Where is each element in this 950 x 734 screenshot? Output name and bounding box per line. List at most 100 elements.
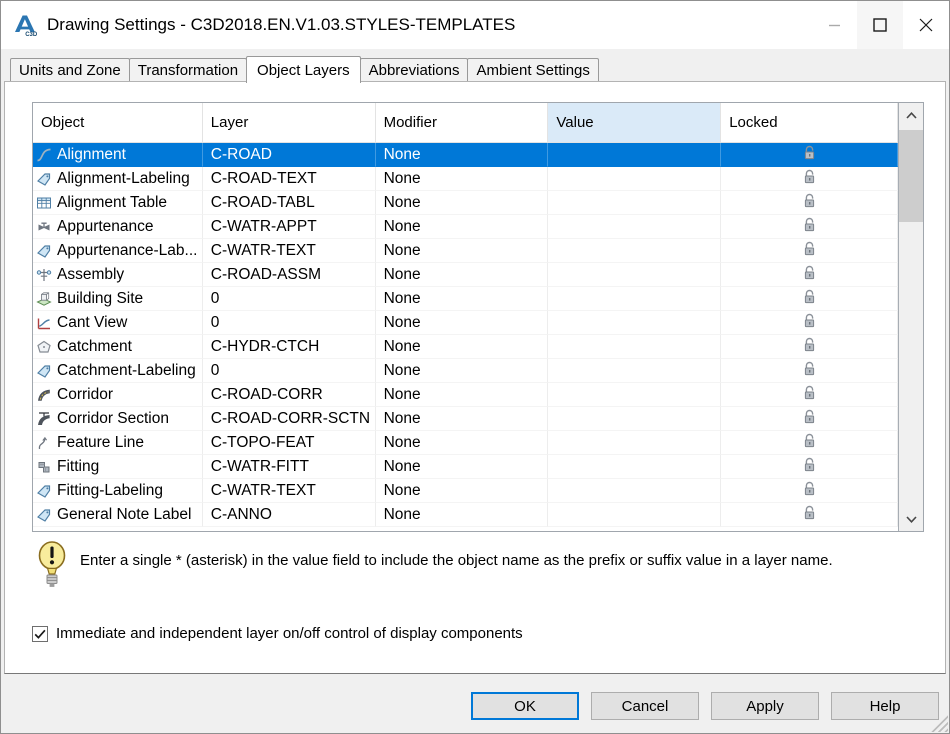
value-cell[interactable] [548, 167, 722, 191]
layer-cell: C-ROAD-CORR [202, 383, 376, 407]
unlocked-padlock-icon [803, 193, 816, 213]
assembly-icon [36, 267, 53, 283]
table-row-feature-line[interactable]: Feature Line C-TOPO-FEAT None [33, 431, 898, 455]
value-cell[interactable] [548, 311, 722, 335]
layer-cell: C-ROAD-TABL [202, 191, 376, 215]
locked-cell[interactable] [721, 143, 898, 167]
locked-cell[interactable] [721, 239, 898, 263]
table-row-alignment-table[interactable]: Alignment Table C-ROAD-TABL None [33, 191, 898, 215]
value-cell[interactable] [548, 335, 722, 359]
locked-cell[interactable] [721, 167, 898, 191]
value-cell[interactable] [548, 191, 722, 215]
modifier-cell: None [375, 239, 549, 263]
modifier-cell: None [375, 263, 549, 287]
value-cell[interactable] [548, 263, 722, 287]
table-row-catchment[interactable]: Catchment C-HYDR-CTCH None [33, 335, 898, 359]
modifier-cell: None [375, 455, 549, 479]
object-layers-table: Object Layer Modifier Value Locked Alignment… [32, 102, 924, 532]
scroll-up-button[interactable] [899, 103, 923, 127]
locked-cell[interactable] [721, 335, 898, 359]
value-cell[interactable] [548, 383, 722, 407]
tab-abbreviations[interactable]: Abbreviations [359, 58, 469, 81]
locked-cell[interactable] [721, 311, 898, 335]
value-cell[interactable] [548, 503, 722, 527]
minimize-button[interactable] [811, 1, 857, 49]
object-name: Cant View [57, 313, 128, 331]
tab-ambient-settings[interactable]: Ambient Settings [467, 58, 599, 81]
layer-cell: C-ROAD-ASSM [202, 263, 376, 287]
help-button[interactable]: Help [831, 692, 939, 720]
maximize-button[interactable] [857, 1, 903, 49]
object-cell: Cant View [33, 311, 203, 335]
table-cells-area: Object Layer Modifier Value Locked Alignment… [33, 103, 899, 531]
locked-cell[interactable] [721, 287, 898, 311]
ok-button[interactable]: OK [471, 692, 579, 720]
checkbox-label: Immediate and independent layer on/off c… [56, 625, 523, 642]
value-cell[interactable] [548, 239, 722, 263]
scroll-down-button[interactable] [899, 507, 923, 531]
value-cell[interactable] [548, 359, 722, 383]
column-header-locked[interactable]: Locked [721, 103, 898, 142]
close-button[interactable] [903, 1, 949, 49]
locked-cell[interactable] [721, 215, 898, 239]
locked-cell[interactable] [721, 383, 898, 407]
hint-note: Enter a single * (asterisk) in the value… [29, 540, 937, 592]
object-cell: Alignment Table [33, 191, 203, 215]
value-cell[interactable] [548, 455, 722, 479]
locked-cell[interactable] [721, 503, 898, 527]
table-row-assembly[interactable]: Assembly C-ROAD-ASSM None [33, 263, 898, 287]
layer-cell: C-HYDR-CTCH [202, 335, 376, 359]
cancel-button[interactable]: Cancel [591, 692, 699, 720]
object-name: Alignment [57, 145, 126, 163]
locked-cell[interactable] [721, 431, 898, 455]
table-row-building-site[interactable]: Building Site 0 None [33, 287, 898, 311]
table-row-fitting[interactable]: Fitting C-WATR-FITT None [33, 455, 898, 479]
scrollbar-track[interactable] [899, 127, 923, 507]
object-name: Catchment-Labeling [57, 361, 196, 379]
locked-cell[interactable] [721, 191, 898, 215]
scrollbar-thumb[interactable] [899, 130, 923, 222]
table-row-alignment-labeling[interactable]: Alignment-Labeling C-ROAD-TEXT None [33, 167, 898, 191]
apply-button[interactable]: Apply [711, 692, 819, 720]
table-row-cant-view[interactable]: Cant View 0 None [33, 311, 898, 335]
value-cell[interactable] [548, 215, 722, 239]
layer-cell: 0 [202, 311, 376, 335]
checkbox-checked-icon[interactable] [32, 625, 48, 642]
locked-cell[interactable] [721, 359, 898, 383]
table-row-alignment[interactable]: Alignment C-ROAD None [33, 143, 898, 167]
value-cell[interactable] [548, 431, 722, 455]
unlocked-padlock-icon [803, 217, 816, 237]
display-components-checkbox-row[interactable]: Immediate and independent layer on/off c… [32, 625, 523, 642]
locked-cell[interactable] [721, 455, 898, 479]
object-cell: Catchment [33, 335, 203, 359]
tab-strip: Units and Zone Transformation Object Layer… [10, 56, 599, 83]
table-row-fitting-labeling[interactable]: Fitting-Labeling C-WATR-TEXT None [33, 479, 898, 503]
column-header-value[interactable]: Value [548, 103, 722, 142]
object-name: Corridor Section [57, 409, 169, 427]
value-cell[interactable] [548, 143, 722, 167]
value-cell[interactable] [548, 479, 722, 503]
unlocked-padlock-icon [803, 433, 816, 453]
modifier-cell: None [375, 191, 549, 215]
locked-cell[interactable] [721, 407, 898, 431]
table-row-general-note-label[interactable]: General Note Label C-ANNO None [33, 503, 898, 527]
vertical-scrollbar[interactable] [899, 103, 923, 531]
title-bar[interactable]: C3D Drawing Settings - C3D2018.EN.V1.03.… [1, 1, 949, 49]
tab-units-and-zone[interactable]: Units and Zone [10, 58, 130, 81]
table-row-corridor-section[interactable]: Corridor Section C-ROAD-CORR-SCTN None [33, 407, 898, 431]
locked-cell[interactable] [721, 263, 898, 287]
column-header-modifier[interactable]: Modifier [376, 103, 549, 142]
table-row-catchment-labeling[interactable]: Catchment-Labeling 0 None [33, 359, 898, 383]
column-header-layer[interactable]: Layer [203, 103, 376, 142]
table-row-appurtenance-lab[interactable]: Appurtenance-Lab... C-WATR-TEXT None [33, 239, 898, 263]
value-cell[interactable] [548, 287, 722, 311]
tab-object-layers[interactable]: Object Layers [246, 56, 361, 83]
column-header-object[interactable]: Object [33, 103, 203, 142]
value-cell[interactable] [548, 407, 722, 431]
table-row-appurtenance[interactable]: Appurtenance C-WATR-APPT None [33, 215, 898, 239]
tab-transformation[interactable]: Transformation [128, 58, 248, 81]
layer-cell: 0 [202, 287, 376, 311]
locked-cell[interactable] [721, 479, 898, 503]
label-tag-icon [36, 483, 53, 499]
table-row-corridor[interactable]: Corridor C-ROAD-CORR None [33, 383, 898, 407]
